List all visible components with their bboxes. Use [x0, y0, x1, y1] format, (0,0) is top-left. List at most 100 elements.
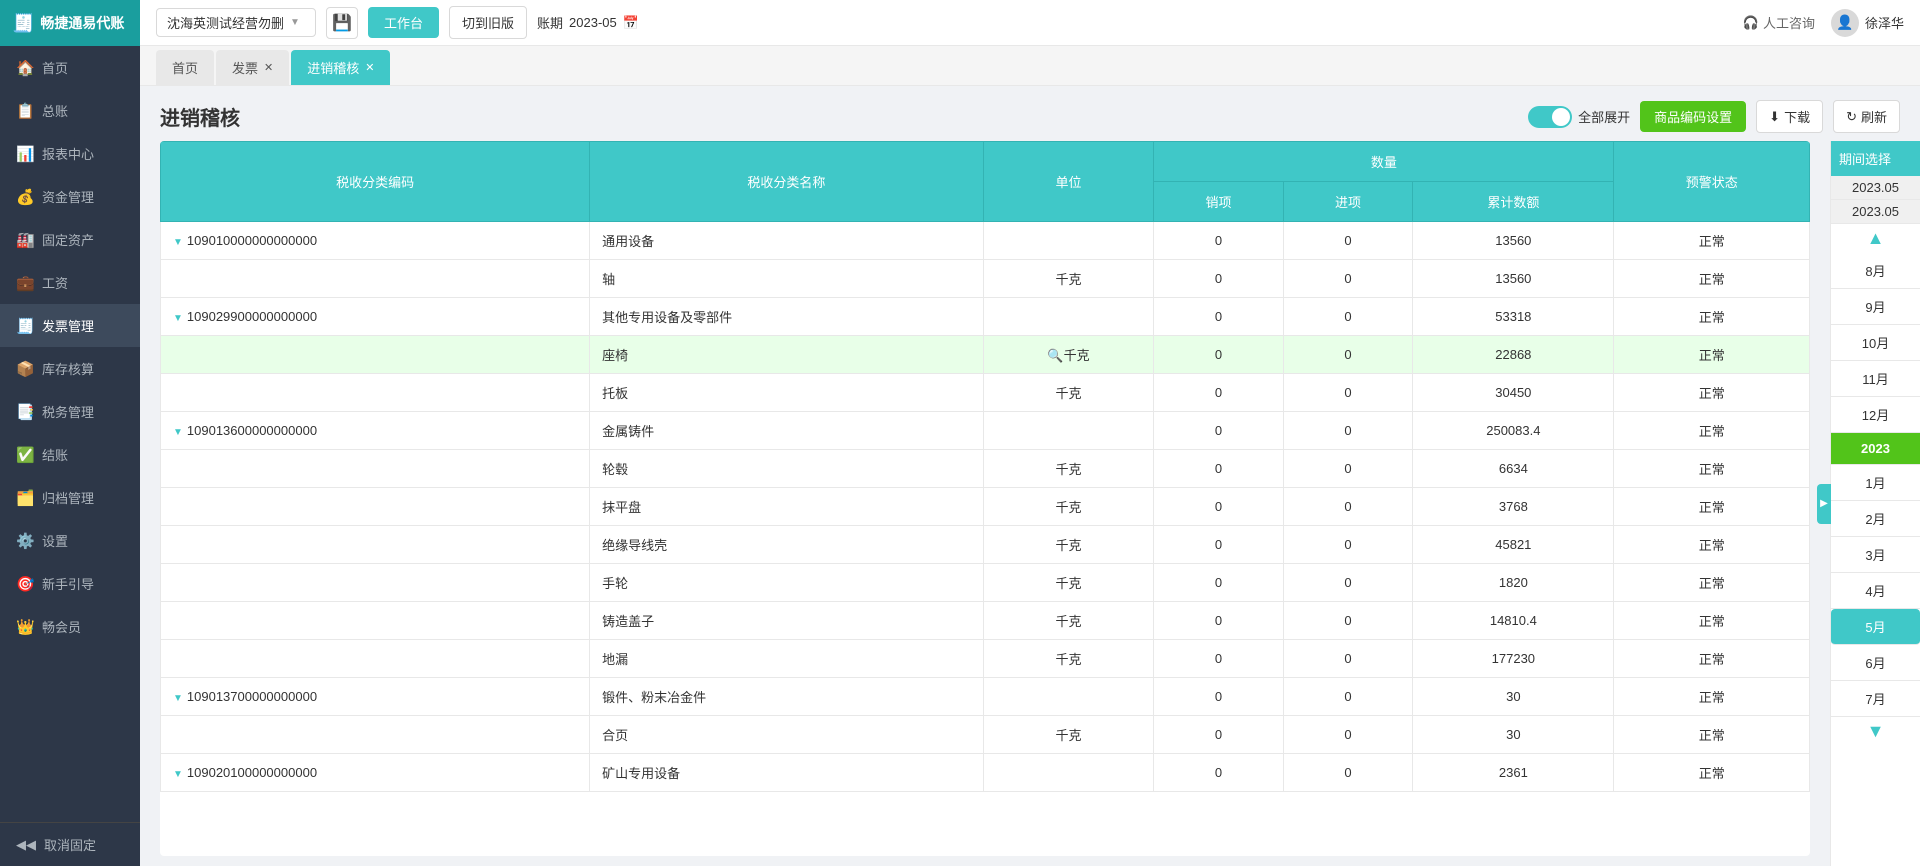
save-button[interactable]: 💾 — [326, 7, 358, 39]
sidebar-item-invoice[interactable]: 🧾 发票管理 — [0, 304, 140, 347]
month-item[interactable]: 9月 — [1831, 289, 1920, 325]
collapse-icon[interactable]: ▼ — [173, 427, 183, 438]
scroll-up-button[interactable]: ▲ — [1831, 224, 1920, 253]
sidebar-label-home: 首页 — [42, 58, 68, 77]
month-item[interactable]: 10月 — [1831, 325, 1920, 361]
ledger-icon: 📋 — [16, 102, 34, 120]
expand-all-toggle[interactable]: 全部展开 — [1528, 106, 1630, 128]
user-info[interactable]: 👤 徐泽华 — [1831, 9, 1904, 37]
toggle-switch[interactable] — [1528, 106, 1572, 128]
cell-unit — [983, 678, 1154, 716]
month-item[interactable]: 7月 — [1831, 681, 1920, 717]
refresh-button[interactable]: ↻ 刷新 — [1833, 100, 1900, 133]
search-icon[interactable]: 🔍 — [1047, 348, 1063, 363]
collapse-icon[interactable]: ▼ — [173, 693, 183, 704]
cell-unit: 🔍千克 — [983, 336, 1154, 374]
sidebar-item-close[interactable]: ✅ 结账 — [0, 433, 140, 476]
month-item[interactable]: 8月 — [1831, 253, 1920, 289]
collapse-icon[interactable]: ▼ — [173, 313, 183, 324]
tab-reconciliation[interactable]: 进销稽核 ✕ — [291, 50, 390, 85]
tab-reconciliation-close[interactable]: ✕ — [365, 61, 374, 74]
sidebar-item-tax[interactable]: 📑 税务管理 — [0, 390, 140, 433]
cell-purchase: 0 — [1283, 526, 1413, 564]
tab-invoice[interactable]: 发票 ✕ — [216, 50, 289, 85]
month-item[interactable]: 5月 — [1831, 609, 1920, 645]
company-selector[interactable]: 沈海英测试经营勿删 ▼ — [156, 8, 316, 37]
cell-unit: 千克 — [983, 488, 1154, 526]
salary-icon: 💼 — [16, 274, 34, 292]
cell-unit: 千克 — [983, 526, 1154, 564]
download-button[interactable]: ⬇ 下载 — [1756, 100, 1823, 133]
cell-total: 13560 — [1413, 222, 1614, 260]
sidebar-label-archive: 归档管理 — [42, 488, 94, 507]
table-row: 铸造盖子 千克 0 0 14810.4 正常 — [161, 602, 1810, 640]
month-item[interactable]: 4月 — [1831, 573, 1920, 609]
month-item[interactable]: 11月 — [1831, 361, 1920, 397]
tax-icon: 📑 — [16, 403, 34, 421]
guide-icon: 🎯 — [16, 575, 34, 593]
cell-tax-code: ▼109013600000000000 — [161, 412, 590, 450]
tab-invoice-close[interactable]: ✕ — [264, 61, 273, 74]
tab-home[interactable]: 首页 — [156, 50, 214, 85]
unpin-label: 取消固定 — [44, 835, 96, 854]
col-tax-code: 税收分类编码 — [161, 142, 590, 222]
sidebar-item-inventory[interactable]: 📦 库存核算 — [0, 347, 140, 390]
col-sales: 销项 — [1154, 182, 1284, 222]
help-link[interactable]: 🎧 人工咨询 — [1743, 13, 1815, 32]
cell-unit: 千克 — [983, 716, 1154, 754]
calendar-icon[interactable]: 📅 — [623, 15, 639, 31]
topbar-right: 🎧 人工咨询 👤 徐泽华 — [1743, 9, 1904, 37]
collapse-icon[interactable]: ▼ — [173, 769, 183, 780]
panel-header: 期间选择 — [1831, 141, 1920, 176]
sidebar-item-report[interactable]: 📊 报表中心 — [0, 132, 140, 175]
cell-purchase: 0 — [1283, 488, 1413, 526]
table-row: 托板 千克 0 0 30450 正常 — [161, 374, 1810, 412]
cell-tax-name: 轴 — [590, 260, 984, 298]
cell-tax-name: 地漏 — [590, 640, 984, 678]
month-item[interactable]: 2月 — [1831, 501, 1920, 537]
month-item[interactable]: 1月 — [1831, 465, 1920, 501]
sidebar-item-settings[interactable]: ⚙️ 设置 — [0, 519, 140, 562]
cell-total: 250083.4 — [1413, 412, 1614, 450]
sidebar-item-assets[interactable]: 🏭 固定资产 — [0, 218, 140, 261]
cell-unit: 千克 — [983, 564, 1154, 602]
month-item[interactable]: 6月 — [1831, 645, 1920, 681]
cell-tax-name: 通用设备 — [590, 222, 984, 260]
cell-tax-name: 绝缘导线壳 — [590, 526, 984, 564]
switch-version-button[interactable]: 切到旧版 — [449, 6, 527, 39]
month-item[interactable]: 3月 — [1831, 537, 1920, 573]
year-block-top: 2023.05 — [1831, 176, 1920, 200]
cell-tax-code — [161, 602, 590, 640]
cell-unit — [983, 412, 1154, 450]
cell-total: 30 — [1413, 678, 1614, 716]
scroll-down-button[interactable]: ▼ — [1831, 717, 1920, 746]
month-item[interactable]: 12月 — [1831, 397, 1920, 433]
cell-sales: 0 — [1154, 678, 1284, 716]
product-code-button[interactable]: 商品编码设置 — [1640, 101, 1746, 132]
sidebar-label-close: 结账 — [42, 445, 68, 464]
table-row: ▼109020100000000000 矿山专用设备 0 0 2361 正常 — [161, 754, 1810, 792]
panel-toggle-button[interactable]: ▶ — [1817, 484, 1831, 524]
sidebar-item-member[interactable]: 👑 畅会员 — [0, 605, 140, 648]
cell-total: 30 — [1413, 716, 1614, 754]
sidebar-item-guide[interactable]: 🎯 新手引导 — [0, 562, 140, 605]
cell-purchase: 0 — [1283, 336, 1413, 374]
sidebar-item-archive[interactable]: 🗂️ 归档管理 — [0, 476, 140, 519]
col-purchase: 进项 — [1283, 182, 1413, 222]
close-account-icon: ✅ — [16, 446, 34, 464]
sidebar-item-finance[interactable]: 💰 资金管理 — [0, 175, 140, 218]
col-warning: 预警状态 — [1614, 142, 1810, 222]
cell-tax-code: ▼109020100000000000 — [161, 754, 590, 792]
cell-sales: 0 — [1154, 488, 1284, 526]
sidebar-item-home[interactable]: 🏠 首页 — [0, 46, 140, 89]
table-row: 座椅 🔍千克 0 0 22868 正常 — [161, 336, 1810, 374]
sidebar-item-salary[interactable]: 💼 工资 — [0, 261, 140, 304]
workspace-button[interactable]: 工作台 — [368, 7, 439, 38]
collapse-icon[interactable]: ▼ — [173, 237, 183, 248]
unpin-button[interactable]: ◀◀ 取消固定 — [0, 822, 140, 866]
sidebar-item-ledger[interactable]: 📋 总账 — [0, 89, 140, 132]
sidebar-label-settings: 设置 — [42, 531, 68, 550]
sidebar-nav: 🏠 首页 📋 总账 📊 报表中心 💰 资金管理 🏭 固定资产 💼 工资 🧾 发票… — [0, 46, 140, 822]
month-item[interactable]: 2023 — [1831, 433, 1920, 465]
cell-total: 177230 — [1413, 640, 1614, 678]
